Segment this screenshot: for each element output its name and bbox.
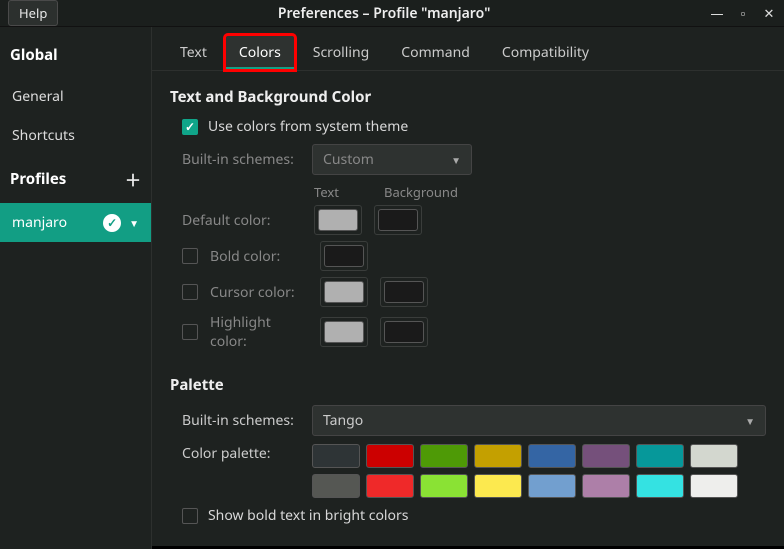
minimize-icon[interactable]: — [710, 4, 724, 22]
palette-swatch-5[interactable] [582, 444, 630, 468]
maximize-icon[interactable]: ▫ [736, 4, 750, 22]
cursor-bg-swatch[interactable] [384, 281, 424, 303]
palette-grid [312, 444, 738, 498]
bold-color-row: Bold color: [182, 241, 766, 271]
titlebar: Help Preferences – Profile "manjaro" — ▫… [0, 0, 784, 27]
cursor-color-checkbox[interactable] [182, 284, 198, 300]
palette-section-title: Palette [170, 375, 766, 395]
palette-swatch-9[interactable] [366, 474, 414, 498]
palette-swatch-11[interactable] [474, 474, 522, 498]
preferences-window: Help Preferences – Profile "manjaro" — ▫… [0, 0, 784, 546]
palette-swatch-2[interactable] [420, 444, 468, 468]
help-menu[interactable]: Help [8, 0, 58, 26]
tab-compatibility[interactable]: Compatibility [488, 35, 603, 70]
sidebar-item-profile-manjaro[interactable]: manjaro ✓ ▼ [0, 203, 151, 242]
palette-swatch-10[interactable] [420, 474, 468, 498]
palette-swatch-14[interactable] [636, 474, 684, 498]
sidebar-profile-label: manjaro [12, 213, 67, 232]
text-bg-section-title: Text and Background Color [170, 87, 766, 107]
sidebar-item-general[interactable]: General [0, 77, 151, 116]
palette-swatch-3[interactable] [474, 444, 522, 468]
highlight-color-label: Highlight color: [210, 313, 306, 351]
column-header-background: Background [384, 183, 458, 201]
sidebar: Global General Shortcuts Profiles ＋ manj… [0, 27, 152, 549]
highlight-text-swatch[interactable] [324, 321, 364, 343]
chevron-down-icon: ▼ [745, 414, 755, 428]
palette-swatch-1[interactable] [366, 444, 414, 468]
palette-swatch-0[interactable] [312, 444, 360, 468]
sidebar-profiles-label: Profiles [10, 169, 66, 189]
tab-command[interactable]: Command [387, 35, 484, 70]
window-controls: — ▫ ✕ [710, 4, 776, 22]
window-body: Global General Shortcuts Profiles ＋ manj… [0, 27, 784, 549]
column-header-text: Text [314, 183, 364, 201]
default-profile-icon: ✓ [103, 214, 121, 232]
close-icon[interactable]: ✕ [762, 4, 776, 22]
sidebar-global-head: Global [0, 33, 151, 77]
default-bg-swatch[interactable] [378, 209, 418, 231]
palette-swatch-8[interactable] [312, 474, 360, 498]
palette-swatch-13[interactable] [582, 474, 630, 498]
show-bold-row: Show bold text in bright colors [182, 506, 766, 525]
palette-builtin-value: Tango [323, 411, 363, 430]
palette-builtin-label: Built-in schemes: [182, 411, 302, 430]
highlight-bg-swatch[interactable] [384, 321, 424, 343]
sidebar-item-shortcuts[interactable]: Shortcuts [0, 116, 151, 155]
default-color-row: Default color: [182, 205, 766, 235]
palette-row: Color palette: [182, 444, 766, 498]
colors-pane: Text and Background Color ✓ Use colors f… [152, 71, 784, 549]
tab-scrolling[interactable]: Scrolling [299, 35, 383, 70]
cursor-text-swatch[interactable] [324, 281, 364, 303]
color-column-headers: Text Background [314, 183, 766, 201]
content-area: Text Colors Scrolling Command Compatibil… [152, 27, 784, 549]
chevron-down-icon[interactable]: ▼ [129, 216, 139, 230]
show-bold-label: Show bold text in bright colors [208, 506, 409, 525]
palette-builtin-row: Built-in schemes: Tango ▼ [182, 405, 766, 436]
default-color-label: Default color: [182, 211, 302, 230]
tab-text[interactable]: Text [166, 35, 221, 70]
bold-swatch[interactable] [324, 245, 364, 267]
builtin-schemes-row: Built-in schemes: Custom ▼ [182, 144, 766, 175]
cursor-color-label: Cursor color: [210, 283, 306, 302]
highlight-color-row: Highlight color: [182, 313, 766, 351]
builtin-schemes-value: Custom [323, 150, 374, 169]
use-system-label: Use colors from system theme [208, 117, 408, 136]
default-text-swatch[interactable] [318, 209, 358, 231]
palette-swatch-4[interactable] [528, 444, 576, 468]
add-profile-icon[interactable]: ＋ [125, 167, 141, 191]
use-system-checkbox[interactable]: ✓ [182, 119, 198, 135]
window-title: Preferences – Profile "manjaro" [58, 4, 710, 23]
chevron-down-icon: ▼ [451, 153, 461, 167]
builtin-schemes-select[interactable]: Custom ▼ [312, 144, 472, 175]
cursor-color-row: Cursor color: [182, 277, 766, 307]
palette-swatch-15[interactable] [690, 474, 738, 498]
sidebar-profiles-head: Profiles ＋ [0, 155, 151, 203]
highlight-color-checkbox[interactable] [182, 324, 198, 340]
tab-bar: Text Colors Scrolling Command Compatibil… [152, 27, 784, 71]
palette-swatch-7[interactable] [690, 444, 738, 468]
palette-swatch-12[interactable] [528, 474, 576, 498]
tab-colors[interactable]: Colors [225, 35, 295, 70]
palette-builtin-select[interactable]: Tango ▼ [312, 405, 766, 436]
bold-color-label: Bold color: [210, 247, 306, 266]
builtin-schemes-label: Built-in schemes: [182, 150, 302, 169]
show-bold-checkbox[interactable] [182, 508, 198, 524]
bold-color-checkbox[interactable] [182, 248, 198, 264]
palette-label: Color palette: [182, 444, 302, 463]
use-system-row: ✓ Use colors from system theme [182, 117, 766, 136]
palette-swatch-6[interactable] [636, 444, 684, 468]
